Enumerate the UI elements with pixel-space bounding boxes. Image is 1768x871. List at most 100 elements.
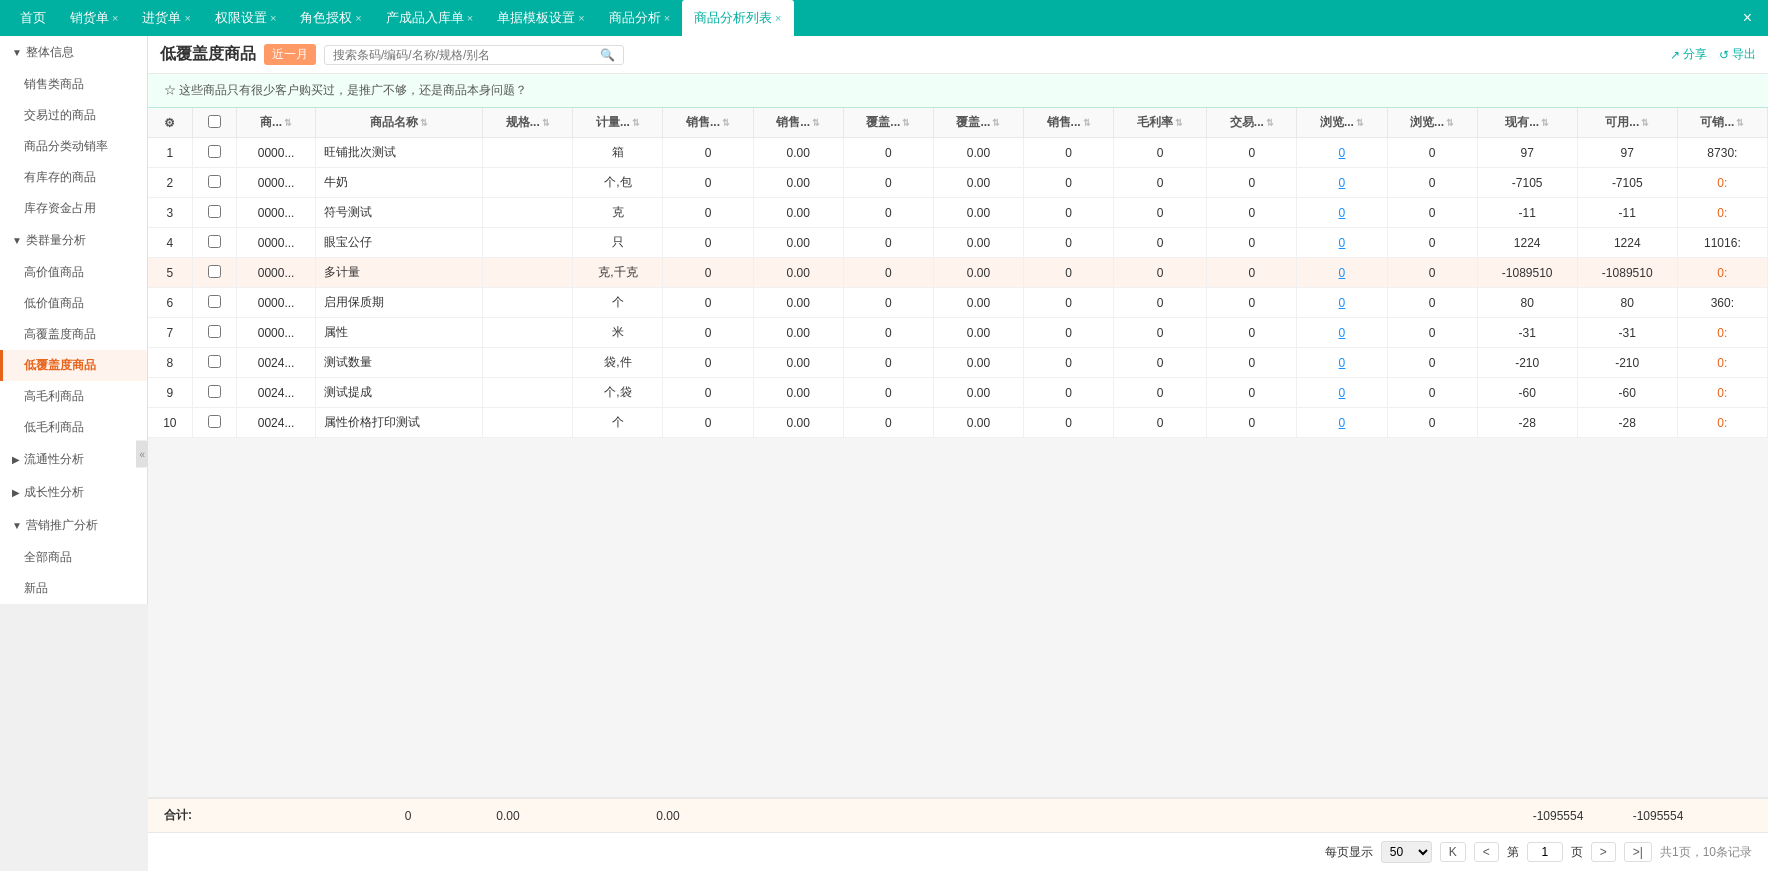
- cell-browse1[interactable]: 0: [1297, 168, 1387, 198]
- cell-browse1[interactable]: 0: [1297, 228, 1387, 258]
- cell-checkbox[interactable]: [192, 318, 236, 348]
- browse1-link[interactable]: 0: [1339, 176, 1346, 190]
- th-browse2[interactable]: 浏览...⇅: [1387, 108, 1477, 138]
- sort-transaction[interactable]: 交易...⇅: [1230, 114, 1274, 131]
- sidebar-item-new-goods[interactable]: 新品: [0, 573, 147, 604]
- cell-checkbox[interactable]: [192, 378, 236, 408]
- sort-browse2[interactable]: 浏览...⇅: [1410, 114, 1454, 131]
- sidebar-item-low-coverage[interactable]: 低覆盖度商品: [0, 350, 147, 381]
- th-code[interactable]: 商...⇅: [236, 108, 315, 138]
- th-settings[interactable]: ⚙: [148, 108, 192, 138]
- th-checkbox[interactable]: [192, 108, 236, 138]
- browse1-link[interactable]: 0: [1339, 296, 1346, 310]
- sort-sales-amount[interactable]: 销售...⇅: [776, 114, 820, 131]
- cell-browse1[interactable]: 0: [1297, 378, 1387, 408]
- sort-unit[interactable]: 计量...⇅: [596, 114, 640, 131]
- nav-item-permissions[interactable]: 权限设置 ×: [203, 0, 288, 36]
- sidebar-item-high-coverage[interactable]: 高覆盖度商品: [0, 319, 147, 350]
- sort-gross-margin[interactable]: 毛利率⇅: [1137, 114, 1183, 131]
- sidebar-section-flow[interactable]: ▶ 流通性分析: [0, 443, 147, 476]
- nav-close-production[interactable]: ×: [467, 12, 473, 24]
- th-coverage2[interactable]: 覆盖...⇅: [933, 108, 1023, 138]
- nav-item-templates[interactable]: 单据模板设置 ×: [485, 0, 596, 36]
- th-coverage1[interactable]: 覆盖...⇅: [843, 108, 933, 138]
- row-checkbox[interactable]: [208, 355, 221, 368]
- cell-checkbox[interactable]: [192, 408, 236, 438]
- nav-close-sales[interactable]: ×: [112, 12, 118, 24]
- nav-item-product-analysis[interactable]: 商品分析 ×: [597, 0, 682, 36]
- sort-code[interactable]: 商...⇅: [260, 114, 292, 131]
- sidebar-section-overview[interactable]: ▼ 整体信息: [0, 36, 147, 69]
- sort-sales-qty[interactable]: 销售...⇅: [686, 114, 730, 131]
- browse1-link[interactable]: 0: [1339, 206, 1346, 220]
- th-available-stock[interactable]: 可用...⇅: [1577, 108, 1677, 138]
- sidebar-item-category-rate[interactable]: 商品分类动销率: [0, 131, 147, 162]
- row-checkbox[interactable]: [208, 265, 221, 278]
- cell-checkbox[interactable]: [192, 198, 236, 228]
- sidebar-item-in-stock[interactable]: 有库存的商品: [0, 162, 147, 193]
- browse1-link[interactable]: 0: [1339, 326, 1346, 340]
- nav-item-sales[interactable]: 销货单 ×: [58, 0, 130, 36]
- row-checkbox[interactable]: [208, 385, 221, 398]
- row-checkbox[interactable]: [208, 325, 221, 338]
- sort-available-stock[interactable]: 可用...⇅: [1605, 114, 1649, 131]
- nav-close-permissions[interactable]: ×: [270, 12, 276, 24]
- first-page-button[interactable]: K: [1440, 842, 1466, 862]
- sidebar-item-all-goods[interactable]: 全部商品: [0, 542, 147, 573]
- row-checkbox[interactable]: [208, 205, 221, 218]
- cell-checkbox[interactable]: [192, 228, 236, 258]
- th-unit[interactable]: 计量...⇅: [573, 108, 663, 138]
- sidebar-item-capital[interactable]: 库存资金占用: [0, 193, 147, 224]
- sort-current-stock[interactable]: 现有...⇅: [1505, 114, 1549, 131]
- sort-coverage2[interactable]: 覆盖...⇅: [956, 114, 1000, 131]
- cell-checkbox[interactable]: [192, 138, 236, 168]
- th-sales-amount[interactable]: 销售...⇅: [753, 108, 843, 138]
- sidebar-section-marketing[interactable]: ▼ 营销推广分析: [0, 509, 147, 542]
- search-input[interactable]: [333, 48, 596, 62]
- browse1-link[interactable]: 0: [1339, 356, 1346, 370]
- th-sales-extra[interactable]: 销售...⇅: [1024, 108, 1114, 138]
- nav-close-product-analysis-list[interactable]: ×: [775, 12, 781, 24]
- nav-item-product-analysis-list[interactable]: 商品分析列表 ×: [682, 0, 793, 36]
- th-browse1[interactable]: 浏览...⇅: [1297, 108, 1387, 138]
- cell-browse1[interactable]: 0: [1297, 258, 1387, 288]
- sidebar-item-high-margin[interactable]: 高毛利商品: [0, 381, 147, 412]
- sort-spec[interactable]: 规格...⇅: [506, 114, 550, 131]
- select-all-checkbox[interactable]: [208, 115, 221, 128]
- cell-browse1[interactable]: 0: [1297, 288, 1387, 318]
- last-page-button[interactable]: >|: [1624, 842, 1652, 862]
- sidebar-item-low-value[interactable]: 低价值商品: [0, 288, 147, 319]
- period-button[interactable]: 近一月: [264, 44, 316, 65]
- sort-coverage1[interactable]: 覆盖...⇅: [866, 114, 910, 131]
- sidebar-item-traded-goods[interactable]: 交易过的商品: [0, 100, 147, 131]
- sidebar-item-sales-goods[interactable]: 销售类商品: [0, 69, 147, 100]
- sort-sales-extra[interactable]: 销售...⇅: [1047, 114, 1091, 131]
- row-checkbox[interactable]: [208, 295, 221, 308]
- prev-page-button[interactable]: <: [1474, 842, 1499, 862]
- sidebar-item-high-value[interactable]: 高价值商品: [0, 257, 147, 288]
- share-button[interactable]: ↗ 分享: [1670, 46, 1707, 63]
- next-page-button[interactable]: >: [1591, 842, 1616, 862]
- cell-browse1[interactable]: 0: [1297, 138, 1387, 168]
- export-button[interactable]: ↺ 导出: [1719, 46, 1756, 63]
- th-gross-margin[interactable]: 毛利率⇅: [1114, 108, 1207, 138]
- row-checkbox[interactable]: [208, 415, 221, 428]
- th-current-stock[interactable]: 现有...⇅: [1477, 108, 1577, 138]
- sidebar-item-low-margin[interactable]: 低毛利商品: [0, 412, 147, 443]
- cell-browse1[interactable]: 0: [1297, 348, 1387, 378]
- row-checkbox[interactable]: [208, 235, 221, 248]
- th-sellable[interactable]: 可销...⇅: [1677, 108, 1767, 138]
- browse1-link[interactable]: 0: [1339, 416, 1346, 430]
- browse1-link[interactable]: 0: [1339, 146, 1346, 160]
- cell-browse1[interactable]: 0: [1297, 198, 1387, 228]
- nav-close-product-analysis[interactable]: ×: [664, 12, 670, 24]
- nav-close-templates[interactable]: ×: [578, 12, 584, 24]
- cell-checkbox[interactable]: [192, 288, 236, 318]
- cell-checkbox[interactable]: [192, 348, 236, 378]
- browse1-link[interactable]: 0: [1339, 386, 1346, 400]
- page-number-input[interactable]: [1527, 842, 1563, 862]
- sort-name[interactable]: 商品名称⇅: [370, 114, 428, 131]
- th-transaction[interactable]: 交易...⇅: [1207, 108, 1297, 138]
- row-checkbox[interactable]: [208, 145, 221, 158]
- nav-item-purchase[interactable]: 进货单 ×: [130, 0, 202, 36]
